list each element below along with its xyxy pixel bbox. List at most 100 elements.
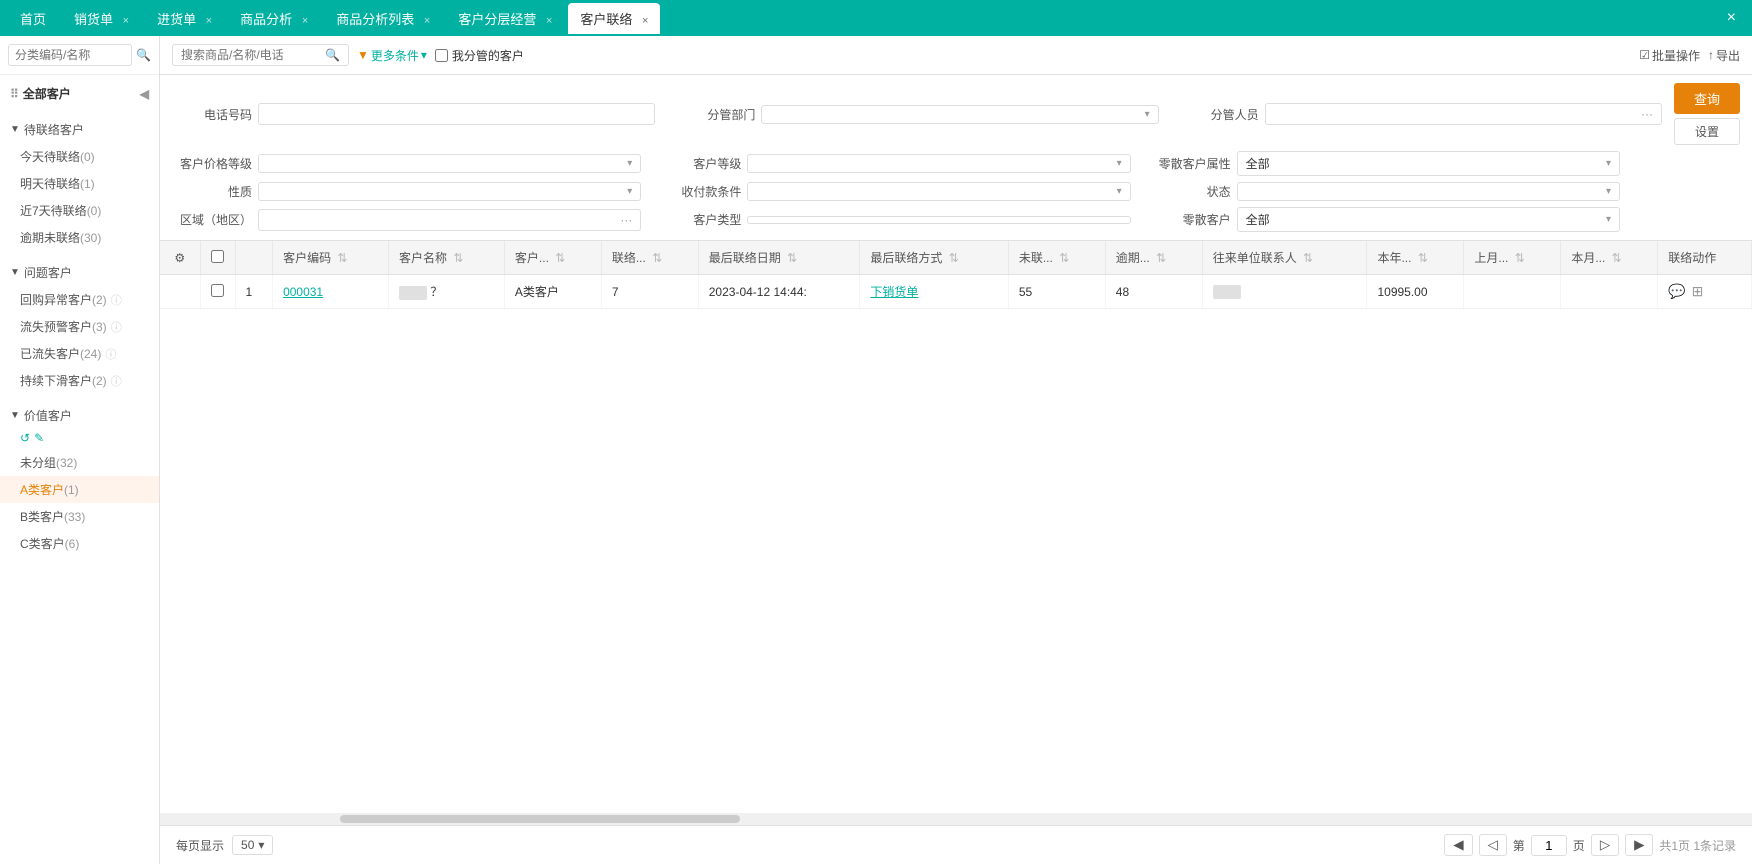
phone-input[interactable]: [267, 107, 646, 121]
my-customers-checkbox[interactable]: 我分管的客户: [435, 47, 524, 64]
retail-customer-label: 零散客户: [1151, 211, 1231, 228]
nav-home[interactable]: 首页: [8, 3, 58, 34]
close-sales-tab[interactable]: ×: [123, 15, 129, 27]
global-close-button[interactable]: ×: [1719, 5, 1744, 31]
phone-input-wrap[interactable]: [258, 103, 655, 125]
nav-sales[interactable]: 销货单 ×: [62, 3, 141, 34]
dept-select-wrap[interactable]: ▾: [761, 105, 1158, 124]
content-area: 🔍 ▼ 更多条件 ▾ 我分管的客户 ☑ 批量操作 ↑ 导出: [160, 36, 1752, 864]
close-purchase-tab[interactable]: ×: [206, 15, 212, 27]
main-search-box[interactable]: 🔍: [172, 44, 349, 66]
gear-column-header[interactable]: ⚙: [160, 241, 200, 275]
sidebar-item-class-a[interactable]: A类客户 (1): [0, 476, 159, 503]
row-checkbox[interactable]: [200, 275, 235, 309]
retail-customer-select[interactable]: 全部 ▾: [1237, 207, 1620, 232]
sidebar-item-class-c[interactable]: C类客户 (6): [0, 530, 159, 557]
sidebar-item-churned[interactable]: 已流失客户 (24) ⓘ: [0, 340, 159, 367]
last-contact-date-column-header[interactable]: 最后联络日期 ⇅: [698, 241, 860, 275]
sidebar-item-overdue[interactable]: 逾期未联络 (30): [0, 224, 159, 251]
nav-product-analysis[interactable]: 商品分析 ×: [228, 3, 320, 34]
sidebar-pending-title[interactable]: ▼ 待联络客户: [0, 116, 159, 143]
horizontal-scrollbar[interactable]: [160, 813, 1752, 825]
page-size-arrow-icon: ▾: [258, 838, 264, 852]
first-page-button[interactable]: ◀: [1444, 834, 1472, 856]
sidebar-item-declining[interactable]: 持续下滑客户 (2) ⓘ: [0, 367, 159, 394]
batch-operation-button[interactable]: ☑ 批量操作: [1639, 47, 1700, 64]
sidebar-value-title[interactable]: ▼ 价值客户: [0, 402, 159, 429]
close-customer-contact-tab[interactable]: ×: [642, 15, 648, 27]
export-button[interactable]: ↑ 导出: [1708, 47, 1740, 64]
customer-type-input-wrap[interactable]: [747, 216, 1130, 224]
close-product-analysis-tab[interactable]: ×: [302, 15, 308, 27]
page-size-selector[interactable]: 50 ▾: [232, 835, 273, 855]
refresh-value-button[interactable]: ↺: [20, 431, 30, 445]
no-contact-column-header[interactable]: 未联... ⇅: [1008, 241, 1105, 275]
row-overdue: 48: [1105, 275, 1202, 309]
customer-grade-arrow-icon: ▾: [1117, 158, 1122, 169]
contact-count-column-header[interactable]: 联络... ⇅: [601, 241, 698, 275]
row-last-contact-method[interactable]: 下销货单: [860, 275, 1008, 309]
close-product-analysis-list-tab[interactable]: ×: [424, 15, 430, 27]
last-contact-method-column-header[interactable]: 最后联络方式 ⇅: [860, 241, 1008, 275]
nav-purchase[interactable]: 进货单 ×: [145, 3, 224, 34]
filter-actions: 查询 设置: [1674, 83, 1740, 145]
sidebar-item-class-b[interactable]: B类客户 (33): [0, 503, 159, 530]
unit-contact-column-header[interactable]: 往来单位联系人 ⇅: [1202, 241, 1367, 275]
sidebar-item-today[interactable]: 今天待联络 (0): [0, 143, 159, 170]
search-icon[interactable]: 🔍: [325, 48, 340, 62]
sidebar-item-abnormal[interactable]: 回购异常客户 (2) ⓘ: [0, 286, 159, 313]
export-icon: ↑: [1708, 48, 1714, 62]
type-column-header[interactable]: 客户... ⇅: [504, 241, 601, 275]
page-number-input[interactable]: [1531, 835, 1567, 856]
my-customers-check[interactable]: [435, 49, 448, 62]
manager-input-wrap[interactable]: ···: [1265, 103, 1662, 125]
overdue-column-header[interactable]: 逾期... ⇅: [1105, 241, 1202, 275]
row-select-checkbox[interactable]: [211, 284, 224, 297]
info-icon-3: ⓘ: [105, 346, 116, 362]
nav-product-analysis-list[interactable]: 商品分析列表 ×: [324, 3, 442, 34]
contact-action-column-header: 联络动作: [1658, 241, 1752, 275]
close-customer-segment-tab[interactable]: ×: [546, 15, 552, 27]
qr-action-icon[interactable]: ⊞: [1692, 283, 1704, 300]
more-filters-button[interactable]: ▼ 更多条件 ▾: [357, 47, 427, 64]
retail-attr-select[interactable]: 全部 ▾: [1237, 151, 1620, 176]
customer-grade-select[interactable]: ▾: [747, 154, 1130, 173]
sidebar-search-input[interactable]: [8, 44, 132, 66]
sidebar-item-churn-warning[interactable]: 流失预警客户 (3) ⓘ: [0, 313, 159, 340]
scrollbar-thumb[interactable]: [340, 815, 740, 823]
sidebar-all-customers: ⠿ 全部客户 ◀: [0, 75, 159, 112]
edit-value-button[interactable]: ✎: [34, 431, 44, 445]
row-name[interactable]: ？: [388, 275, 504, 309]
settings-button[interactable]: 设置: [1674, 118, 1740, 145]
sidebar-all-customers-title[interactable]: ⠿ 全部客户 ◀: [0, 79, 159, 108]
payment-select[interactable]: ▾: [747, 182, 1130, 201]
next-page-button[interactable]: ▷: [1591, 834, 1619, 856]
last-month-column-header[interactable]: 上月... ⇅: [1464, 241, 1561, 275]
main-search-input[interactable]: [181, 48, 321, 62]
prev-page-button[interactable]: ◁: [1479, 834, 1507, 856]
chat-action-icon[interactable]: 💬: [1668, 283, 1685, 300]
status-select[interactable]: ▾: [1237, 182, 1620, 201]
page-size-label: 每页显示: [176, 837, 224, 854]
this-month-column-header[interactable]: 本月... ⇅: [1561, 241, 1658, 275]
name-column-header[interactable]: 客户名称 ⇅: [388, 241, 504, 275]
query-button[interactable]: 查询: [1674, 83, 1740, 114]
nature-select[interactable]: ▾: [258, 182, 641, 201]
code-column-header[interactable]: 客户编码 ⇅: [273, 241, 389, 275]
sidebar-item-unclassified[interactable]: 未分组 (32): [0, 449, 159, 476]
sidebar-search-icon[interactable]: 🔍: [136, 48, 151, 62]
sidebar-problem-group: ▼ 问题客户 回购异常客户 (2) ⓘ 流失预警客户 (3) ⓘ 已流失客户 (…: [0, 255, 159, 398]
region-input-wrap[interactable]: ···: [258, 209, 641, 231]
this-year-column-header[interactable]: 本年... ⇅: [1367, 241, 1464, 275]
select-all-checkbox[interactable]: [211, 250, 224, 263]
sidebar-item-tomorrow[interactable]: 明天待联络 (1): [0, 170, 159, 197]
checkbox-column-header[interactable]: [200, 241, 235, 275]
nav-customer-segment[interactable]: 客户分层经营 ×: [446, 3, 564, 34]
price-grade-label: 客户价格等级: [172, 155, 252, 172]
sidebar-item-7days[interactable]: 近7天待联络 (0): [0, 197, 159, 224]
nav-customer-contact[interactable]: 客户联络 ×: [568, 3, 660, 34]
price-grade-select[interactable]: ▾: [258, 154, 641, 173]
last-page-button[interactable]: ▶: [1625, 834, 1653, 856]
sidebar-problem-title[interactable]: ▼ 问题客户: [0, 259, 159, 286]
row-code[interactable]: 000031: [273, 275, 389, 309]
